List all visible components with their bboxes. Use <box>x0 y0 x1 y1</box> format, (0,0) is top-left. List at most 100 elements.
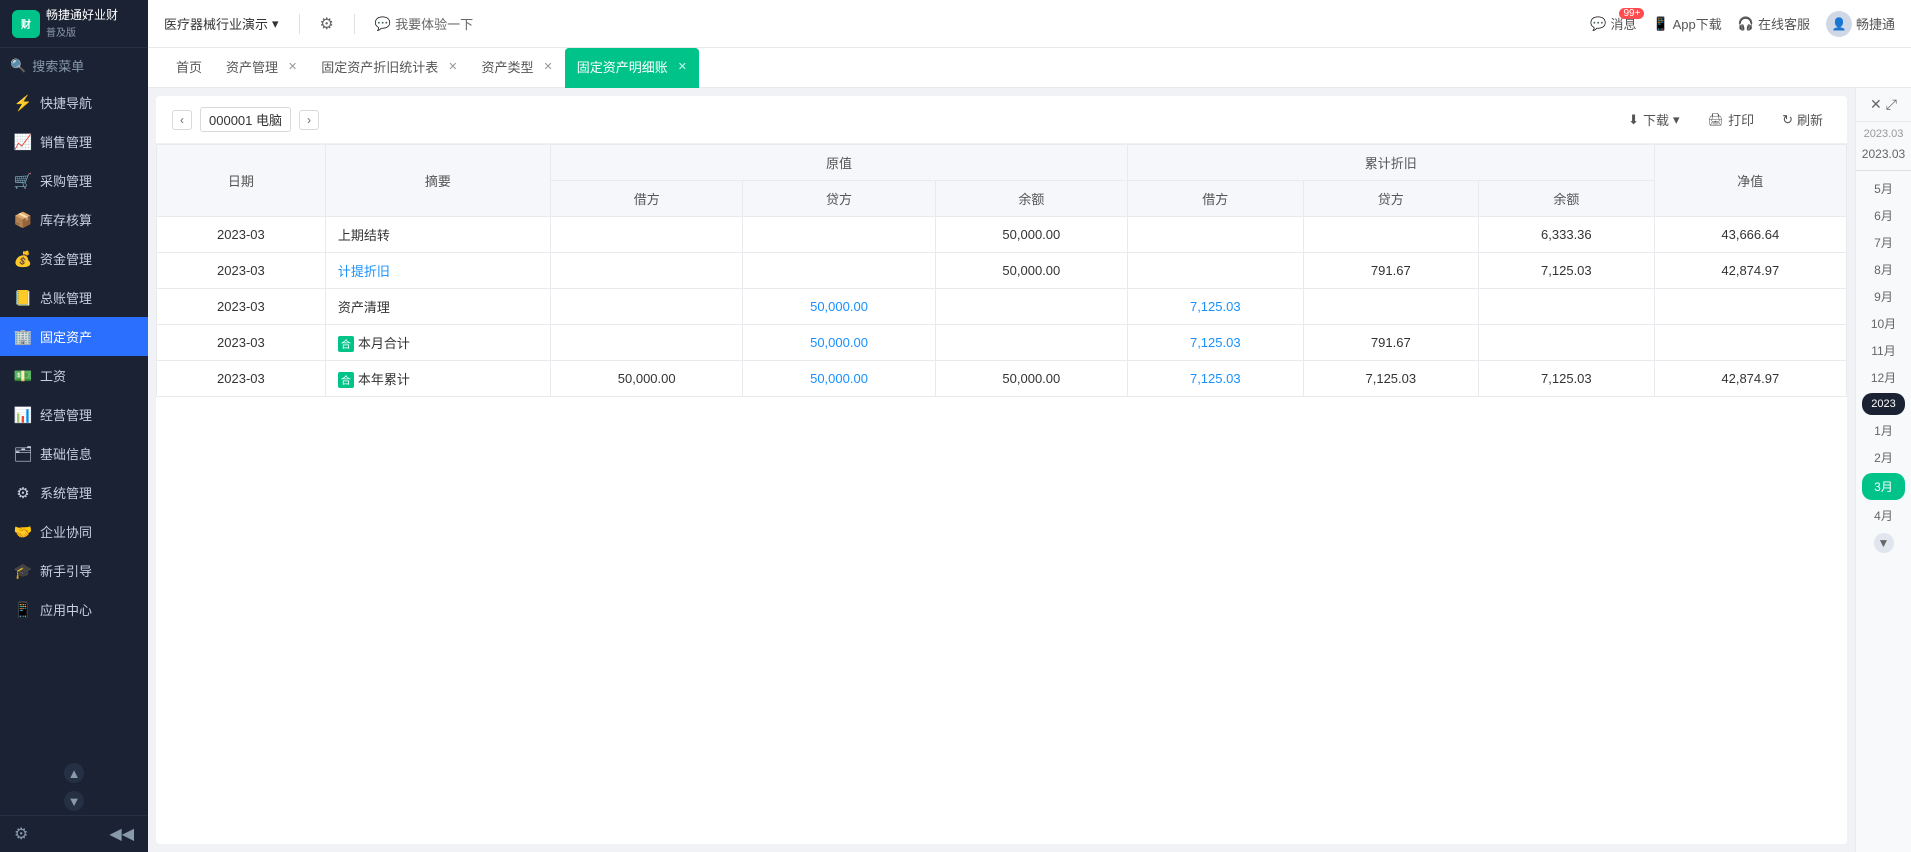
date-cell: 2023-03 <box>157 325 326 361</box>
timeline-scroll-down[interactable]: ▼ <box>1874 533 1894 553</box>
col-summary: 摘要 <box>325 145 550 217</box>
tab-asset-type[interactable]: 资产类型 ✕ <box>469 48 564 88</box>
timeline-month-4[interactable]: 4月 <box>1856 502 1911 529</box>
experience-btn[interactable]: 💬 我要体验一下 <box>375 14 473 33</box>
company-dropdown-icon: ▾ <box>272 16 279 32</box>
tab-close-active-icon[interactable]: ✕ <box>678 60 687 73</box>
sidebar-bottom: ⚙ ◀◀ <box>0 815 148 852</box>
orig-balance-cell <box>935 289 1127 325</box>
tab-close-icon[interactable]: ✕ <box>544 60 553 73</box>
col-acc-credit: 贷方 <box>1303 181 1479 217</box>
asset-navbar: ‹ 000001 电脑 › ⬇ 下载 ▾ 🖨 打印 <box>156 96 1847 144</box>
app-download-btn[interactable]: 📱 App下载 <box>1652 14 1721 33</box>
message-btn[interactable]: 💬 消息 99+ <box>1590 14 1636 33</box>
orig-credit-cell <box>743 253 935 289</box>
sidebar-item-app-center[interactable]: 📱 应用中心 <box>0 590 148 629</box>
topbar-divider <box>299 14 300 34</box>
sidebar-item-label: 系统管理 <box>40 483 92 502</box>
asset-detail-table: 日期 摘要 原值 累计折旧 净值 借方 贷方 余额 借方 贷方 余额 <box>156 144 1847 397</box>
sidebar-item-finance[interactable]: 💰 资金管理 <box>0 239 148 278</box>
service-btn[interactable]: 🎧 在线客服 <box>1738 14 1810 33</box>
sidebar-item-sales[interactable]: 📈 销售管理 <box>0 122 148 161</box>
avatar: 👤 <box>1826 11 1852 37</box>
message-badge: 99+ <box>1619 8 1644 19</box>
company-settings-icon[interactable]: ⚙ <box>320 14 334 34</box>
date-cell: 2023-03 <box>157 289 326 325</box>
table-wrapper: 日期 摘要 原值 累计折旧 净值 借方 贷方 余额 借方 贷方 余额 <box>156 144 1847 844</box>
collapse-icon[interactable]: ◀◀ <box>109 824 134 844</box>
tab-home[interactable]: 首页 <box>164 48 214 88</box>
asset-nav-left: ‹ 000001 电脑 › <box>172 107 319 132</box>
timeline-month-7[interactable]: 7月 <box>1856 229 1911 256</box>
col-accumulated-dep: 累计折旧 <box>1128 145 1655 181</box>
col-acc-debit: 借方 <box>1128 181 1304 217</box>
tab-home-label: 首页 <box>176 57 202 76</box>
acc-balance-cell: 7,125.03 <box>1479 361 1655 397</box>
tab-label: 固定资产折旧统计表 <box>321 57 438 76</box>
tab-asset-mgmt[interactable]: 资产管理 ✕ <box>214 48 309 88</box>
sidebar-item-guide[interactable]: 🎓 新手引导 <box>0 551 148 590</box>
sidebar-item-label: 库存核算 <box>40 210 92 229</box>
refresh-btn[interactable]: ↻ 刷新 <box>1774 106 1831 133</box>
experience-icon: 💬 <box>375 16 391 32</box>
timeline-month-12[interactable]: 12月 <box>1856 364 1911 391</box>
timeline-month-8[interactable]: 8月 <box>1856 256 1911 283</box>
timeline-month-10[interactable]: 10月 <box>1856 310 1911 337</box>
sidebar-item-collab[interactable]: 🤝 企业协同 <box>0 512 148 551</box>
sidebar-item-fixed-asset[interactable]: 🏢 固定资产 <box>0 317 148 356</box>
timeline-year-label: 2023 <box>1862 393 1905 415</box>
sidebar-item-label: 经营管理 <box>40 405 92 424</box>
company-selector[interactable]: 医疗器械行业演示 ▾ <box>164 14 279 33</box>
table-row: 2023-03 资产清理 50,000.00 7,125.03 <box>157 289 1847 325</box>
timeline-month-5[interactable]: 5月 <box>1856 175 1911 202</box>
timeline-month-9[interactable]: 9月 <box>1856 283 1911 310</box>
timeline-month-1[interactable]: 1月 <box>1856 417 1911 444</box>
sidebar-item-quick-nav[interactable]: ⚡ 快捷导航 <box>0 83 148 122</box>
content-area: ‹ 000001 电脑 › ⬇ 下载 ▾ 🖨 打印 <box>148 88 1911 852</box>
sidebar-item-system[interactable]: ⚙ 系统管理 <box>0 473 148 512</box>
timeline-month-11[interactable]: 11月 <box>1856 337 1911 364</box>
next-asset-btn[interactable]: › <box>299 110 319 130</box>
sidebar-item-operation[interactable]: 📊 经营管理 <box>0 395 148 434</box>
sidebar-item-purchase[interactable]: 🛒 采购管理 <box>0 161 148 200</box>
print-btn[interactable]: 🖨 打印 <box>1700 106 1763 133</box>
date-cell: 2023-03 <box>157 361 326 397</box>
expand-panel-icon[interactable]: ⤢ <box>1886 96 1897 113</box>
download-btn[interactable]: ⬇ 下载 ▾ <box>1620 106 1687 133</box>
sidebar-item-ledger[interactable]: 📒 总账管理 <box>0 278 148 317</box>
payroll-icon: 💵 <box>14 367 32 385</box>
col-acc-balance: 余额 <box>1479 181 1655 217</box>
asset-id: 000001 电脑 <box>209 113 282 128</box>
sidebar-search[interactable]: 🔍 搜索菜单 <box>0 48 148 83</box>
col-orig-debit: 借方 <box>551 181 743 217</box>
timeline-month-3-active[interactable]: 3月 <box>1862 473 1905 500</box>
system-icon: ⚙ <box>14 484 32 502</box>
summary-cell: 资产清理 <box>325 289 550 325</box>
prev-asset-btn[interactable]: ‹ <box>172 110 192 130</box>
sidebar-item-label: 固定资产 <box>40 327 92 346</box>
date-cell: 2023-03 <box>157 253 326 289</box>
orig-debit-cell <box>551 325 743 361</box>
tab-depreciation-stat[interactable]: 固定资产折旧统计表 ✕ <box>309 48 469 88</box>
sidebar-scroll-down[interactable]: ▼ <box>64 791 84 811</box>
settings-icon[interactable]: ⚙ <box>14 824 28 844</box>
sidebar-item-basic[interactable]: 🗂 基础信息 <box>0 434 148 473</box>
timeline-month-6[interactable]: 6月 <box>1856 202 1911 229</box>
sidebar-item-payroll[interactable]: 💵 工资 <box>0 356 148 395</box>
tab-close-icon[interactable]: ✕ <box>288 60 297 73</box>
app-center-icon: 📱 <box>14 601 32 619</box>
operation-icon: 📊 <box>14 406 32 424</box>
tab-asset-detail[interactable]: 固定资产明细账 ✕ <box>565 48 699 88</box>
inventory-icon: 📦 <box>14 211 32 229</box>
logo-text: 畅捷通好业财 <box>46 8 118 24</box>
sidebar-scroll-up[interactable]: ▲ <box>64 763 84 783</box>
table-row: 2023-03 合本月合计 50,000.00 7,125.03 791.67 <box>157 325 1847 361</box>
timeline-month-top[interactable]: 2023.03 <box>1856 142 1911 166</box>
user-btn[interactable]: 👤 畅捷通 <box>1826 11 1895 37</box>
date-cell: 2023-03 <box>157 217 326 253</box>
sidebar-item-inventory[interactable]: 📦 库存核算 <box>0 200 148 239</box>
timeline-month-2[interactable]: 2月 <box>1856 444 1911 471</box>
tab-close-icon[interactable]: ✕ <box>448 60 457 73</box>
close-panel-icon[interactable]: ✕ <box>1870 96 1882 113</box>
acc-credit-cell: 791.67 <box>1303 325 1479 361</box>
